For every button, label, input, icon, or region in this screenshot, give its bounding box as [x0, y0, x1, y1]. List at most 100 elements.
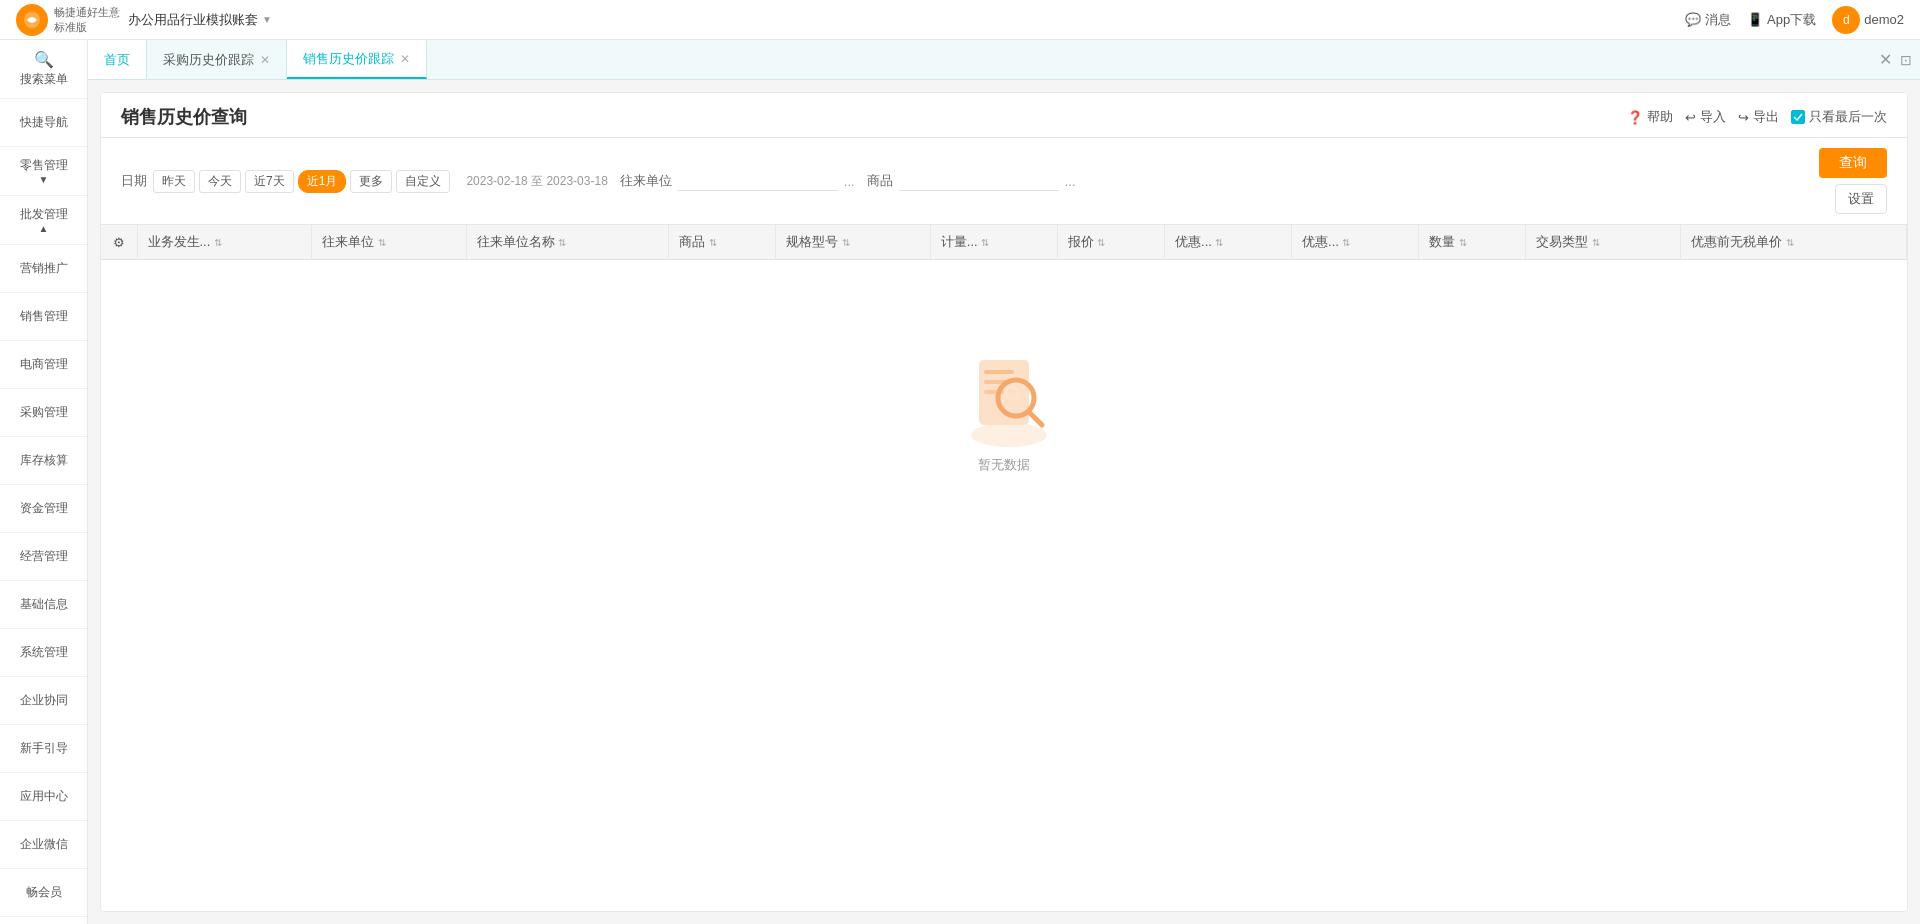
goods-picker-icon[interactable]: ... [1065, 174, 1076, 189]
sidebar-item-system[interactable]: 系统管理 [0, 629, 87, 677]
date-btn-7days[interactable]: 近7天 [245, 170, 294, 193]
inner-card: 销售历史价查询 ❓ 帮助 ↩ 导入 ↪ 导出 [100, 92, 1908, 912]
sidebar-enterprise-label: 企业协同 [20, 692, 68, 709]
sidebar-item-retail[interactable]: 零售管理 ▼ [0, 147, 87, 196]
sidebar-item-apps[interactable]: 应用中心 [0, 773, 87, 821]
th-unit[interactable]: 计量... ⇅ [930, 225, 1057, 260]
empty-state: 暂无数据 [101, 260, 1907, 554]
sidebar-item-label: 搜索菜单 [20, 71, 68, 88]
sidebar-basics-label: 基础信息 [20, 596, 68, 613]
chevron-down-icon: ▼ [39, 174, 49, 185]
sidebar-item-inventory[interactable]: 库存核算 [0, 437, 87, 485]
app-selector[interactable]: 办公用品行业模拟账套 ▼ [128, 11, 272, 29]
help-icon: ❓ [1627, 110, 1643, 125]
th-biz-date[interactable]: 业务发生... ⇅ [137, 225, 312, 260]
show-last-checkbox[interactable]: 只看最后一次 [1791, 108, 1887, 126]
th-partner-code[interactable]: 往来单位 ⇅ [312, 225, 467, 260]
tab-home-label: 首页 [104, 51, 130, 69]
date-btn-more[interactable]: 更多 [350, 170, 392, 193]
message-icon: 💬 [1685, 12, 1701, 27]
logo-area: 畅捷通好生意 标准版 [16, 4, 120, 36]
th-partner-name[interactable]: 往来单位名称 ⇅ [466, 225, 668, 260]
search-icon: 🔍 [34, 50, 54, 69]
sidebar-purchase-label: 采购管理 [20, 404, 68, 421]
empty-text: 暂无数据 [978, 456, 1030, 474]
sidebar-item-shortcut[interactable]: 快捷导航 [0, 99, 87, 147]
export-button[interactable]: ↪ 导出 [1738, 108, 1779, 126]
partner-filter-label: 往来单位 [620, 172, 672, 190]
tab-purchase-history[interactable]: 采购历史价跟踪 ✕ [147, 40, 287, 79]
sidebar-item-wholesale[interactable]: 批发管理 ▲ [0, 196, 87, 245]
th-quantity[interactable]: 数量 ⇅ [1419, 225, 1526, 260]
export-icon: ↪ [1738, 110, 1749, 125]
sort-icon: ⇅ [1459, 237, 1467, 248]
th-trade-type[interactable]: 交易类型 ⇅ [1526, 225, 1681, 260]
tab-sales-history[interactable]: 销售历史价跟踪 ✕ [287, 40, 427, 79]
date-btn-yesterday[interactable]: 昨天 [153, 170, 195, 193]
sort-icon: ⇅ [214, 237, 222, 248]
gear-icon: ⚙ [113, 235, 125, 250]
sidebar-apps-label: 应用中心 [20, 788, 68, 805]
page-actions: ❓ 帮助 ↩ 导入 ↪ 导出 [1627, 108, 1887, 126]
tab-sales-label: 销售历史价跟踪 [303, 50, 394, 68]
filter-bar: 日期 昨天 今天 近7天 近1月 更多 自定义 2023-02-18 至 202… [101, 138, 1907, 225]
chevron-down-icon: ▼ [262, 14, 272, 25]
page-title: 销售历史价查询 [121, 105, 247, 129]
th-pretax-price[interactable]: 优惠前无税单价 ⇅ [1680, 225, 1906, 260]
tab-controls: ✕ ⊡ [1871, 40, 1920, 79]
settings-button[interactable]: 设置 [1835, 184, 1887, 214]
th-gear[interactable]: ⚙ [101, 225, 137, 260]
goods-filter-group: 商品 ... [867, 171, 1076, 191]
tab-home[interactable]: 首页 [88, 40, 147, 79]
date-btn-today[interactable]: 今天 [199, 170, 241, 193]
sidebar-item-purchase[interactable]: 采购管理 [0, 389, 87, 437]
date-btn-custom[interactable]: 自定义 [396, 170, 450, 193]
filter-action-area: 查询 设置 [1819, 148, 1887, 214]
tab-maximize-icon[interactable]: ⊡ [1900, 52, 1912, 68]
sidebar-retail-label: 零售管理 [20, 157, 68, 174]
message-button[interactable]: 💬 消息 [1685, 11, 1731, 29]
date-buttons: 昨天 今天 近7天 近1月 更多 自定义 [153, 170, 450, 193]
top-bar-right: 💬 消息 📱 App下载 d demo2 [1685, 6, 1904, 34]
app-name: 办公用品行业模拟账套 [128, 11, 258, 29]
sidebar-item-finance[interactable]: 资金管理 [0, 485, 87, 533]
sidebar-item-enterprise[interactable]: 企业协同 [0, 677, 87, 725]
sidebar-wholesale-label: 批发管理 [20, 206, 68, 223]
chevron-up-icon: ▲ [39, 223, 49, 234]
th-spec[interactable]: 规格型号 ⇅ [776, 225, 931, 260]
th-discount1[interactable]: 优惠... ⇅ [1165, 225, 1292, 260]
sidebar-item-vip[interactable]: 畅会员 [0, 869, 87, 917]
checkbox-icon [1791, 110, 1805, 124]
sidebar-wechat-label: 企业微信 [20, 836, 68, 853]
tab-sales-close-icon[interactable]: ✕ [400, 52, 410, 66]
goods-input[interactable] [899, 171, 1059, 191]
sidebar-item-operations[interactable]: 经营管理 [0, 533, 87, 581]
top-bar: 畅捷通好生意 标准版 办公用品行业模拟账套 ▼ 💬 消息 📱 App下载 d d… [0, 0, 1920, 40]
sidebar-item-ecommerce[interactable]: 电商管理 [0, 341, 87, 389]
date-btn-1month[interactable]: 近1月 [298, 170, 347, 193]
tab-close-all-icon[interactable]: ✕ [1879, 50, 1892, 69]
svg-rect-3 [984, 370, 1014, 374]
partner-input[interactable] [678, 171, 838, 191]
sidebar-item-marketing[interactable]: 营销推广 [0, 245, 87, 293]
sidebar-item-sales[interactable]: 销售管理 [0, 293, 87, 341]
sidebar-item-basics[interactable]: 基础信息 [0, 581, 87, 629]
user-menu[interactable]: d demo2 [1832, 6, 1904, 34]
tab-purchase-close-icon[interactable]: ✕ [260, 53, 270, 67]
sort-icon: ⇅ [558, 237, 566, 248]
download-button[interactable]: 📱 App下载 [1747, 11, 1816, 29]
th-price[interactable]: 报价 ⇅ [1057, 225, 1164, 260]
import-button[interactable]: ↩ 导入 [1685, 108, 1726, 126]
query-button[interactable]: 查询 [1819, 148, 1887, 178]
sidebar-ecommerce-label: 电商管理 [20, 356, 68, 373]
sidebar-item-newbie[interactable]: 新手引导 [0, 725, 87, 773]
th-discount2[interactable]: 优惠... ⇅ [1292, 225, 1419, 260]
sidebar-item-wechat[interactable]: 企业微信 [0, 821, 87, 869]
help-button[interactable]: ❓ 帮助 [1627, 108, 1673, 126]
sidebar-shortcut-label: 快捷导航 [20, 114, 68, 131]
goods-filter-label: 商品 [867, 172, 893, 190]
sidebar-item-search[interactable]: 🔍 搜索菜单 [0, 40, 87, 99]
th-goods[interactable]: 商品 ⇅ [668, 225, 775, 260]
partner-picker-icon[interactable]: ... [844, 174, 855, 189]
svg-point-1 [971, 423, 1047, 447]
